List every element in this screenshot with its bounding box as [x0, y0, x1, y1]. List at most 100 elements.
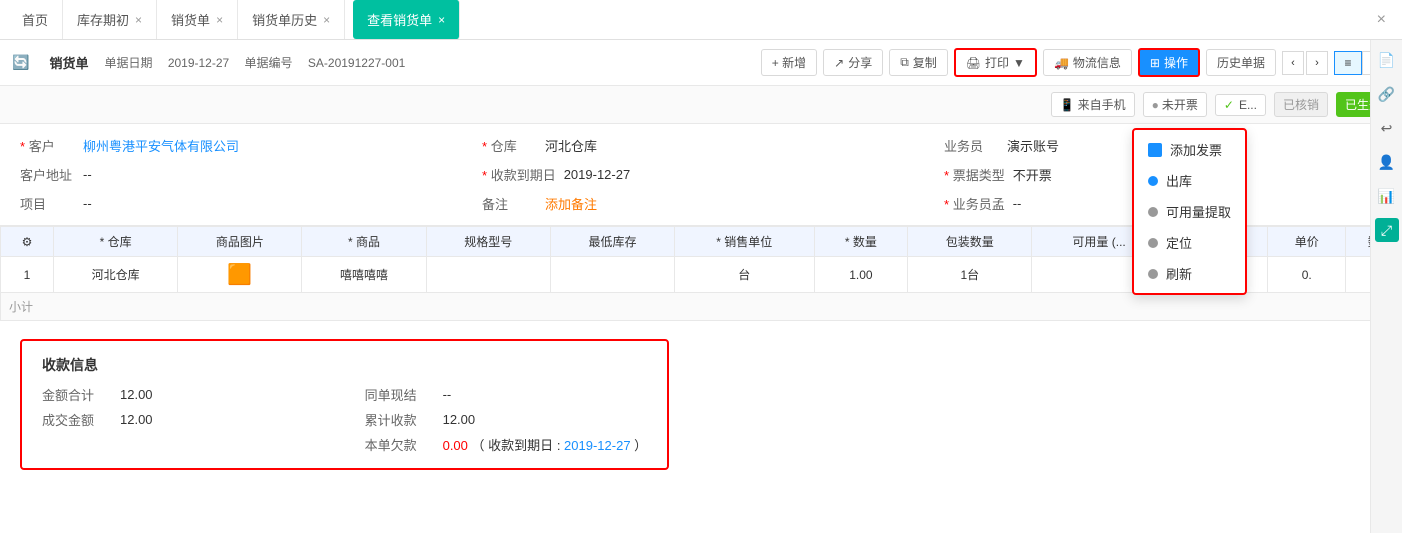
subtotal-row: 小计: [1, 293, 1402, 321]
refresh-item[interactable]: 刷新: [1134, 258, 1245, 289]
sidebar-doc-icon[interactable]: 📄: [1375, 48, 1399, 72]
payment-section: 收款信息 金额合计 12.00 同单现结 -- 成交金额 12.00 累计收款 …: [0, 321, 1402, 480]
secondary-toolbar: 📱 来自手机 ● 未开票 ✓ E... 已核销 已生效: [0, 86, 1402, 124]
sidebar-chart-icon[interactable]: 📊: [1375, 184, 1399, 208]
staff2-value: --: [1013, 196, 1022, 211]
doc-number-value: SA-20191227-001: [308, 56, 405, 70]
total-amount-row: 金额合计 12.00: [42, 385, 325, 404]
row-spec: [426, 257, 550, 293]
list-view-button[interactable]: ≡: [1334, 51, 1362, 75]
available-icon: [1148, 207, 1158, 217]
tab-sales-history[interactable]: 销货单历史 ×: [238, 0, 345, 39]
main-content: 🔄 销货单 单据日期 2019-12-27 单据编号 SA-20191227-0…: [0, 40, 1402, 533]
row-min-stock: [550, 257, 674, 293]
warehouse-header: * 仓库: [54, 227, 178, 257]
tab-view-sales-order[interactable]: 查看销货单 ×: [353, 0, 460, 39]
required-star: *: [20, 139, 25, 154]
tab-inventory-init[interactable]: 库存期初 ×: [63, 0, 157, 39]
operation-dropdown: 添加发票 出库 可用量提取 定位 刷新: [1132, 128, 1247, 295]
settings-header[interactable]: ⚙: [1, 227, 54, 257]
payment-info-box: 收款信息 金额合计 12.00 同单现结 -- 成交金额 12.00 累计收款 …: [20, 339, 669, 470]
grid-icon: ⊞: [1150, 56, 1160, 70]
already-sold-button[interactable]: 已核销: [1274, 92, 1328, 117]
debt-value: 0.00 （ 收款到期日 : 2019-12-27 ）: [443, 435, 648, 454]
sidebar-link-icon[interactable]: 🔗: [1375, 82, 1399, 106]
copy-icon: ⧉: [900, 55, 909, 70]
copy-button[interactable]: ⧉ 复制: [889, 49, 948, 76]
outbound-icon: [1148, 176, 1158, 186]
unit-header: * 销售单位: [675, 227, 815, 257]
truck-icon: 🚚: [1054, 56, 1069, 70]
print-button[interactable]: 🖨 打印 ▼: [954, 48, 1037, 77]
row-qty: 1.00: [814, 257, 908, 293]
payment-date-value: 2019-12-27: [564, 167, 631, 182]
print-icon: 🖨: [966, 56, 981, 70]
warehouse-value: 河北仓库: [545, 136, 597, 155]
locate-icon: [1148, 238, 1158, 248]
row-product: 嘻嘻嘻嘻: [302, 257, 426, 293]
doc-toolbar: 🔄 销货单 单据日期 2019-12-27 单据编号 SA-20191227-0…: [0, 40, 1402, 86]
cumulative-value: 12.00: [443, 412, 476, 427]
history-button[interactable]: 历史单据: [1206, 49, 1276, 76]
project-value: --: [83, 196, 92, 211]
customer-value: 柳州粤港平安气体有限公司: [83, 136, 239, 155]
product-header: * 商品: [302, 227, 426, 257]
prev-arrow[interactable]: ‹: [1282, 51, 1304, 75]
deal-amount-row: 成交金额 12.00: [42, 410, 325, 429]
add-remark-button[interactable]: 添加备注: [545, 194, 597, 213]
new-button[interactable]: + 新增: [761, 49, 817, 76]
sidebar-return-icon[interactable]: ↩: [1375, 116, 1399, 140]
tab-close-sales[interactable]: ×: [216, 13, 223, 27]
share-button[interactable]: ↗ 分享: [823, 49, 883, 76]
tab-close-history[interactable]: ×: [323, 13, 330, 27]
customer-field: * 客户 柳州粤港平安气体有限公司: [20, 136, 458, 155]
row-index: 1: [1, 257, 54, 293]
phone-icon: 📱: [1060, 98, 1075, 112]
toolbar-buttons: + 新增 ↗ 分享 ⧉ 复制 🖨 打印 ▼ 🚚 物流信息 ⊞ 操作: [761, 48, 1390, 77]
check-button[interactable]: ✓ E...: [1215, 94, 1266, 116]
row-warehouse: 河北仓库: [54, 257, 178, 293]
operation-button[interactable]: ⊞ 操作: [1138, 48, 1200, 77]
same-order-value: --: [443, 387, 452, 402]
tab-home[interactable]: 首页: [8, 0, 63, 39]
product-img-header: 商品图片: [178, 227, 302, 257]
payment-grid: 金额合计 12.00 同单现结 -- 成交金额 12.00 累计收款 12.00: [42, 385, 647, 454]
row-unit: 台: [675, 257, 815, 293]
nav-arrows: ‹ ›: [1282, 51, 1328, 75]
debt-row: 本单欠款 0.00 （ 收款到期日 : 2019-12-27 ）: [365, 435, 648, 454]
doc-date-value: 2019-12-27: [168, 56, 229, 70]
total-amount-value: 12.00: [120, 387, 153, 402]
doc-meta: 单据日期 2019-12-27 单据编号 SA-20191227-001: [104, 54, 417, 71]
outbound-item[interactable]: 出库: [1134, 165, 1245, 196]
locate-item[interactable]: 定位: [1134, 227, 1245, 258]
empty-cell: [42, 435, 325, 454]
address-value: --: [83, 167, 92, 182]
share-icon: ↗: [834, 56, 844, 70]
sidebar-expand-icon[interactable]: ⤢: [1375, 218, 1399, 242]
invoice-icon: [1148, 143, 1162, 157]
tab-sales-order[interactable]: 销货单 ×: [157, 0, 238, 39]
tab-close-inventory[interactable]: ×: [135, 13, 142, 27]
not-opened-button[interactable]: ● 未开票: [1143, 92, 1207, 117]
subtotal-label: 小计: [1, 293, 1402, 321]
ticket-type-value: 不开票: [1013, 165, 1052, 184]
sidebar-user-icon[interactable]: 👤: [1375, 150, 1399, 174]
cumulative-payment-row: 累计收款 12.00: [365, 410, 648, 429]
tab-close-view[interactable]: ×: [438, 13, 445, 27]
next-arrow[interactable]: ›: [1306, 51, 1328, 75]
logistics-button[interactable]: 🚚 物流信息: [1043, 49, 1132, 76]
print-dropdown-arrow: ▼: [1013, 56, 1025, 70]
doc-icon: 🔄: [12, 54, 29, 71]
spec-header: 规格型号: [426, 227, 550, 257]
available-qty-item[interactable]: 可用量提取: [1134, 196, 1245, 227]
doc-info: 🔄 销货单 单据日期 2019-12-27 单据编号 SA-20191227-0…: [12, 53, 417, 72]
close-all-button[interactable]: ×: [1369, 11, 1394, 29]
tab-bar: 首页 库存期初 × 销货单 × 销货单历史 × 查看销货单 × ×: [0, 0, 1402, 40]
circle-icon: ●: [1152, 98, 1159, 112]
pkg-qty-header: 包装数量: [908, 227, 1032, 257]
from-phone-button[interactable]: 📱 来自手机: [1051, 92, 1135, 117]
payment-date-field: * 收款到期日 2019-12-27: [482, 165, 920, 184]
payment-title: 收款信息: [42, 355, 647, 375]
warehouse-field: * 仓库 河北仓库: [482, 136, 920, 155]
add-invoice-item[interactable]: 添加发票: [1134, 134, 1245, 165]
